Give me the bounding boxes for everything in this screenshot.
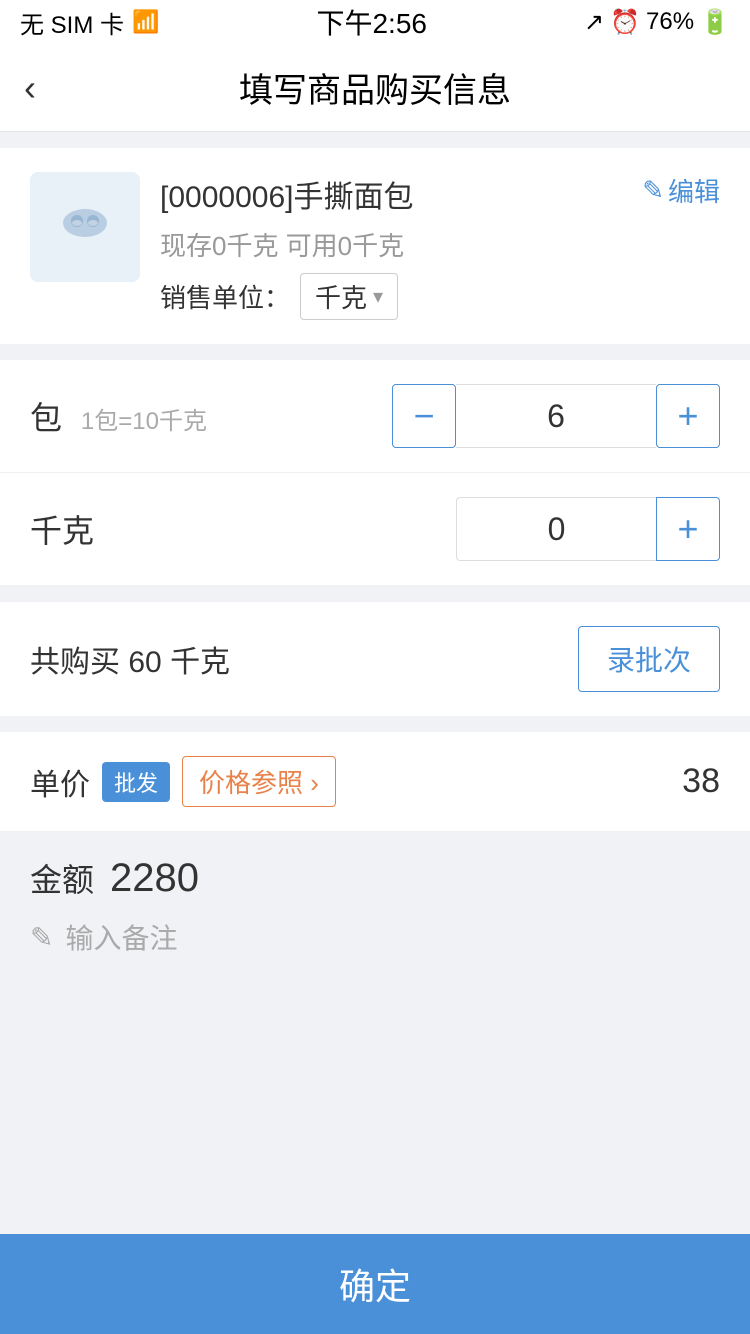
product-header: [0000006]手撕面包 ✎ 编辑 (160, 172, 720, 216)
product-image (30, 172, 140, 282)
kg-input[interactable] (456, 497, 656, 561)
page-title: 填写商品购买信息 (239, 63, 511, 112)
kg-plus-button[interactable]: + (656, 497, 720, 561)
bao-quantity-row: 包 1包=10千克 − + (0, 360, 750, 473)
amount-value: 2280 (110, 856, 199, 901)
price-value: 38 (682, 762, 720, 801)
status-left: 无 SIM 卡 📶 (20, 5, 159, 40)
kg-label: 千克 (30, 506, 456, 552)
price-tag: 批发 (102, 762, 170, 802)
bao-hint: 1包=10千克 (81, 408, 207, 435)
batch-button[interactable]: 录批次 (578, 626, 720, 692)
product-stock: 现存0千克 可用0千克 (160, 226, 720, 263)
kg-quantity-controls: + (456, 497, 720, 561)
pencil-icon: ✎ (30, 921, 53, 954)
battery-icon: 🔋 (700, 8, 730, 37)
kg-quantity-row: 千克 + (0, 473, 750, 586)
note-row[interactable]: ✎ 输入备注 (30, 917, 720, 957)
status-time: 下午2:56 (316, 2, 427, 42)
battery-text: 76% (646, 8, 694, 36)
price-section: 单价 批发 价格参照 › 38 (0, 732, 750, 831)
bao-label: 包 1包=10千克 (30, 393, 392, 439)
unit-selector[interactable]: 千克 ▾ (300, 273, 398, 320)
product-card: [0000006]手撕面包 ✎ 编辑 现存0千克 可用0千克 销售单位： 千克 … (0, 148, 750, 344)
carrier-text: 无 SIM 卡 (20, 5, 124, 40)
bao-minus-button[interactable]: − (392, 384, 456, 448)
location-icon: ↗ (584, 8, 604, 37)
confirm-button[interactable]: 确定 (0, 1234, 750, 1334)
note-placeholder[interactable]: 输入备注 (65, 917, 177, 957)
bao-section: 包 1包=10千克 − + 千克 + (0, 360, 750, 586)
product-info: [0000006]手撕面包 ✎ 编辑 现存0千克 可用0千克 销售单位： 千克 … (160, 172, 720, 320)
amount-label: 金额 (30, 855, 94, 901)
price-ref-button[interactable]: 价格参照 › (182, 756, 336, 807)
status-bar: 无 SIM 卡 📶 下午2:56 ↗ ⏰ 76% 🔋 (0, 0, 750, 44)
edit-icon: ✎ (642, 175, 664, 206)
edit-button[interactable]: ✎ 编辑 (642, 172, 720, 209)
amount-section: 金额 2280 ✎ 输入备注 (0, 831, 750, 973)
bao-plus-button[interactable]: + (656, 384, 720, 448)
price-label: 单价 (30, 760, 90, 804)
price-left: 单价 批发 价格参照 › (30, 756, 336, 807)
total-text: 共购买 60 千克 (30, 637, 230, 681)
total-row: 共购买 60 千克 录批次 (0, 602, 750, 716)
product-unit: 销售单位： 千克 ▾ (160, 273, 720, 320)
wifi-icon: 📶 (132, 9, 159, 35)
back-button[interactable]: ‹ (24, 67, 36, 109)
price-row: 单价 批发 价格参照 › 38 (30, 756, 720, 807)
alarm-icon: ⏰ (610, 8, 640, 37)
amount-row: 金额 2280 (30, 855, 720, 901)
bao-input[interactable] (456, 384, 656, 448)
chevron-down-icon: ▾ (373, 284, 383, 309)
product-name: [0000006]手撕面包 (160, 172, 413, 216)
nav-bar: ‹ 填写商品购买信息 (0, 44, 750, 132)
status-right: ↗ ⏰ 76% 🔋 (584, 8, 730, 37)
bao-quantity-controls: − + (392, 384, 720, 448)
